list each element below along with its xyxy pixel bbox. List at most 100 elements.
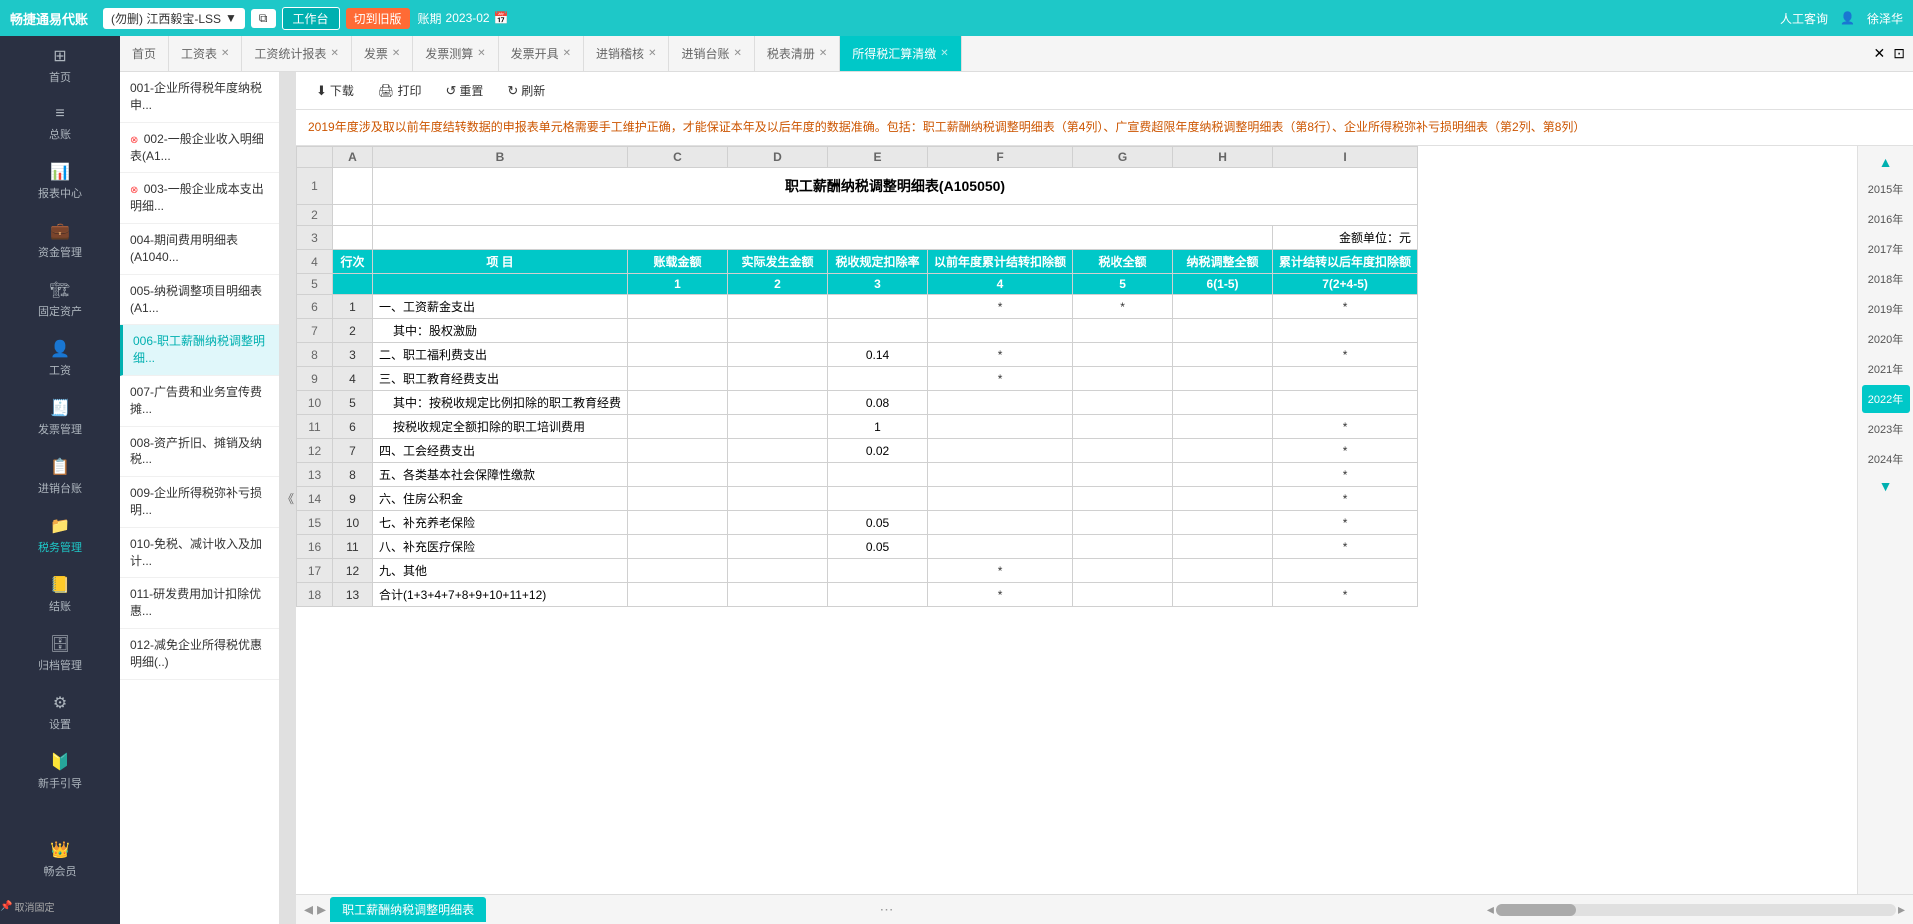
sidebar-item-invoice-mgmt[interactable]: 🧾 发票管理: [0, 388, 120, 447]
tab-close-sales-ledger[interactable]: ✕: [733, 48, 741, 59]
sub-sidebar-item-012[interactable]: 012-减免企业所得税优惠明细(..): [120, 629, 279, 680]
year-nav-2015[interactable]: 2015年: [1862, 175, 1910, 203]
year-nav-2016[interactable]: 2016年: [1862, 205, 1910, 233]
tab-payroll-stats[interactable]: 工资统计报表 ✕: [242, 36, 351, 72]
table-row: 16 11 八、补充医疗保险 0.05: [297, 535, 1418, 559]
tab-close-invoice-calc[interactable]: ✕: [477, 48, 485, 59]
sub-sidebar-item-001[interactable]: 001-企业所得税年度纳税申...: [120, 72, 279, 123]
scroll-thumb[interactable]: [1496, 904, 1576, 916]
reset-button[interactable]: ↺ 重置: [437, 78, 491, 103]
cancel-fixed-button[interactable]: 📌 取消固定: [0, 889, 120, 924]
copy-button[interactable]: ⧉: [251, 9, 276, 28]
table-title: 职工薪酬纳税调整明细表(A105050): [373, 168, 1418, 205]
year-nav-2022[interactable]: 2022年: [1862, 385, 1910, 413]
user-avatar[interactable]: 👤: [1840, 11, 1855, 25]
sub-sidebar-item-005[interactable]: 005-纳税调整项目明细表(A1...: [120, 275, 279, 326]
content-panel: ⬇ 下载 🖨 打印 ↺ 重置 ↻ 刷新: [296, 72, 1913, 924]
table-row: 11 6 按税收规定全额扣除的职工培训费用 1: [297, 415, 1418, 439]
tab-invoice[interactable]: 发票 ✕: [352, 36, 413, 72]
year-nav-2018[interactable]: 2018年: [1862, 265, 1910, 293]
tab-close-invoice-open[interactable]: ✕: [563, 48, 571, 59]
sidebar-label-settings: 设置: [49, 716, 71, 732]
tab-tax-clearance[interactable]: 税表清册 ✕: [755, 36, 840, 72]
tab-close-invoice[interactable]: ✕: [392, 48, 400, 59]
tab-close-income-tax[interactable]: ✕: [940, 48, 948, 59]
sub-sidebar-item-002[interactable]: ⊗ 002-一般企业收入明细表(A1...: [120, 123, 279, 174]
year-nav-2021[interactable]: 2021年: [1862, 355, 1910, 383]
maximize-icon[interactable]: ⊡: [1893, 45, 1905, 62]
sub-sidebar-item-003[interactable]: ⊗ 003-一般企业成本支出明细...: [120, 173, 279, 224]
user-name[interactable]: 徐泽华: [1867, 10, 1903, 27]
download-button[interactable]: ⬇ 下载: [308, 78, 362, 103]
sidebar-item-ledger[interactable]: ≡ 总账: [0, 95, 120, 152]
year-nav-2024[interactable]: 2024年: [1862, 445, 1910, 473]
tab-home[interactable]: 首页: [120, 36, 169, 72]
sub-sidebar-item-006[interactable]: 006-职工薪酬纳税调整明细...: [120, 325, 279, 376]
calendar-icon[interactable]: 📅: [494, 11, 509, 25]
tab-close-tax-clearance[interactable]: ✕: [819, 48, 827, 59]
sub-sidebar-item-008[interactable]: 008-资产折旧、摊销及纳税...: [120, 427, 279, 478]
sidebar-item-asset-mgmt[interactable]: 💼 资金管理: [0, 211, 120, 270]
refresh-button[interactable]: ↻ 刷新: [499, 78, 553, 103]
scroll-right-icon[interactable]: ▸: [1898, 901, 1905, 918]
tab-invoice-open[interactable]: 发票开具 ✕: [499, 36, 584, 72]
sidebar-item-sales-mgmt[interactable]: 📋 进销台账: [0, 447, 120, 506]
col-header-b: B: [373, 147, 628, 168]
sidebar-item-accounting[interactable]: 📒 结账: [0, 565, 120, 624]
sheet-nav-left[interactable]: ◂: [304, 899, 313, 920]
year-nav: ▲ 2015年 2016年 2017年 2018年 2019年 2020年 20…: [1857, 146, 1913, 894]
scroll-left-icon[interactable]: ◂: [1487, 901, 1494, 918]
year-nav-2020[interactable]: 2020年: [1862, 325, 1910, 353]
table-area[interactable]: A B C D E F G H I: [296, 146, 1857, 894]
tab-sales-check[interactable]: 进销稽核 ✕: [584, 36, 669, 72]
sidebar-item-new-guide[interactable]: 🔰 新手引导: [0, 742, 120, 801]
year-nav-up[interactable]: ▲: [1875, 150, 1897, 174]
sidebar-label-invoice-mgmt: 发票管理: [38, 421, 82, 437]
error-dot-002: ⊗: [130, 135, 138, 146]
workbench-button[interactable]: 工作台: [282, 7, 340, 30]
tab-close-payroll-stats[interactable]: ✕: [330, 48, 338, 59]
print-button[interactable]: 🖨 打印: [370, 78, 430, 103]
sub-sidebar-item-009[interactable]: 009-企业所得税弥补亏损明...: [120, 477, 279, 528]
sub-sidebar-item-010[interactable]: 010-免税、减计收入及加计...: [120, 528, 279, 579]
table-year-container: A B C D E F G H I: [296, 146, 1913, 894]
tab-payroll[interactable]: 工资表 ✕: [169, 36, 242, 72]
tab-invoice-calc[interactable]: 发票测算 ✕: [413, 36, 498, 72]
sub-sidebar-item-011[interactable]: 011-研发费用加计扣除优惠...: [120, 578, 279, 629]
period-value: 2023-02: [446, 11, 490, 25]
sub-sidebar-item-007[interactable]: 007-广告费和业务宣传费摊...: [120, 376, 279, 427]
tab-income-tax[interactable]: 所得税汇算清缴 ✕: [840, 36, 961, 72]
tab-bar: 首页 工资表 ✕ 工资统计报表 ✕ 发票 ✕ 发票测算 ✕: [120, 36, 1913, 72]
sidebar-item-member[interactable]: 👑 畅会员: [0, 830, 120, 889]
sub-sidebar-item-004[interactable]: 004-期间费用明细表(A1040...: [120, 224, 279, 275]
sidebar-label-home: 首页: [49, 69, 71, 85]
sidebar-item-fixed-assets[interactable]: 🏗 固定资产: [0, 270, 120, 329]
table-row-2: 2: [297, 205, 1418, 226]
print-icon: 🖨: [378, 83, 395, 99]
sidebar-item-reports[interactable]: 📊 报表中心: [0, 152, 120, 211]
sidebar-item-payroll[interactable]: 👤 工资: [0, 329, 120, 388]
switch-period-button[interactable]: 切到旧版: [346, 8, 410, 29]
sidebar-label-archive: 归档管理: [38, 657, 82, 673]
close-all-tabs-icon[interactable]: ✕: [1874, 45, 1886, 62]
year-nav-2017[interactable]: 2017年: [1862, 235, 1910, 263]
invoice-mgmt-icon: 🧾: [50, 398, 70, 418]
sheet-more-icon[interactable]: ⋯: [880, 901, 894, 918]
main-content: 001-企业所得税年度纳税申... ⊗ 002-一般企业收入明细表(A1... …: [120, 72, 1913, 924]
sheet-nav-right[interactable]: ▸: [317, 899, 326, 920]
company-selector[interactable]: (勿删) 江西毅宝-LSS ▼: [103, 8, 245, 29]
sidebar-item-settings[interactable]: ⚙ 设置: [0, 683, 120, 742]
year-nav-2019[interactable]: 2019年: [1862, 295, 1910, 323]
sidebar-collapse-toggle[interactable]: 《: [280, 72, 296, 924]
sidebar-item-tax-mgmt[interactable]: 📁 税务管理: [0, 506, 120, 565]
horizontal-scrollbar[interactable]: [1496, 904, 1896, 916]
tab-close-payroll[interactable]: ✕: [221, 48, 229, 59]
sidebar-item-archive[interactable]: 🗄 归档管理: [0, 624, 120, 683]
year-nav-2023[interactable]: 2023年: [1862, 415, 1910, 443]
sidebar-item-home[interactable]: ⊞ 首页: [0, 36, 120, 95]
tab-close-sales-check[interactable]: ✕: [648, 48, 656, 59]
service-button[interactable]: 人工客询: [1780, 10, 1828, 27]
year-nav-down[interactable]: ▼: [1875, 474, 1897, 498]
tab-sales-ledger[interactable]: 进销台账 ✕: [669, 36, 754, 72]
sheet-tab-wage-tax[interactable]: 职工薪酬纳税调整明细表: [330, 897, 486, 922]
